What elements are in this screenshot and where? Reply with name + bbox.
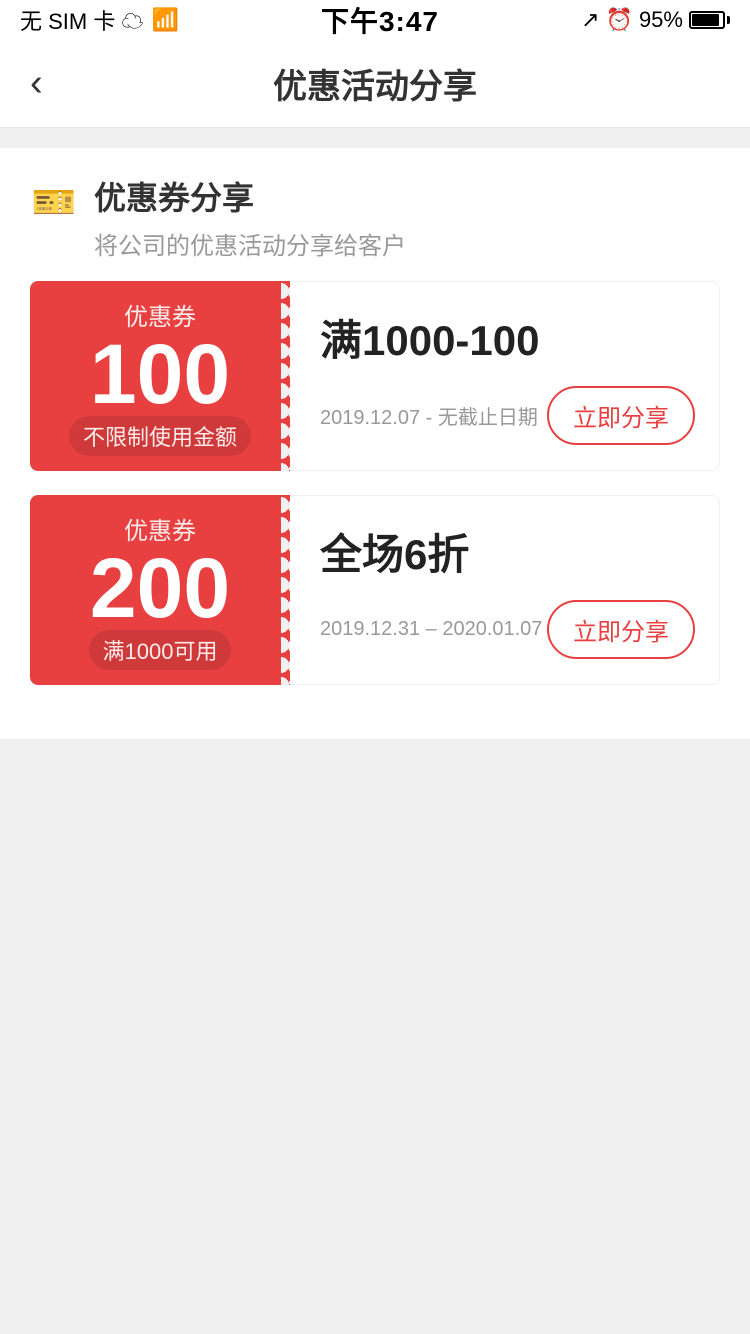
section-text: 优惠券分享 将公司的优惠活动分享给客户 [94,178,406,261]
section-icon: 🎫 [30,178,78,226]
battery-icon [689,11,730,29]
wifi-icon: 📶 [151,7,178,33]
battery-percent: 95% [639,7,683,33]
coupon-footer-1: 2019.12.07 - 无截止日期 立即分享 [320,386,695,445]
share-button-2[interactable]: 立即分享 [547,600,695,659]
coupon-list: 优惠券 100 不限制使用金额 满1000-100 2019.12.07 - 无… [0,281,750,739]
back-button[interactable]: ‹ [30,62,43,105]
section-title: 优惠券分享 [94,178,406,220]
coupon-footer-2: 2019.12.31 – 2020.01.07 立即分享 [320,600,695,659]
section-subtitle: 将公司的优惠活动分享给客户 [94,226,406,261]
coupon-name-2: 全场6折 [320,521,695,582]
coupon-card-2: 优惠券 200 满1000可用 全场6折 2019.12.31 – 2020.0… [30,495,720,685]
coupon-date-1: 2019.12.07 - 无截止日期 [320,401,538,430]
coupon-left-1: 优惠券 100 不限制使用金额 [30,281,290,471]
coupon-condition-2: 满1000可用 [89,630,232,670]
coupon-right-1: 满1000-100 2019.12.07 - 无截止日期 立即分享 [290,281,720,471]
location-icon: ↗ [581,7,599,33]
share-button-1[interactable]: 立即分享 [547,386,695,445]
coupon-date-2: 2019.12.31 – 2020.01.07 [320,618,542,641]
section-gap [0,128,750,148]
coupon-condition-1: 不限制使用金额 [69,416,251,456]
coupon-name-1: 满1000-100 [320,307,695,368]
sim-label: 无 SIM 卡 ☁ [20,4,143,36]
alarm-icon: ⏰ [606,7,633,33]
bottom-area [0,739,750,1239]
nav-bar: ‹ 优惠活动分享 [0,40,750,128]
status-bar: 无 SIM 卡 ☁ 📶 下午3:47 ↗ ⏰ 95% [0,0,750,40]
coupon-amount-2: 200 [90,546,230,630]
coupon-left-2: 优惠券 200 满1000可用 [30,495,290,685]
coupon-amount-1: 100 [90,332,230,416]
status-left: 无 SIM 卡 ☁ 📶 [20,4,179,36]
coupon-card-1: 优惠券 100 不限制使用金额 满1000-100 2019.12.07 - 无… [30,281,720,471]
page-title: 优惠活动分享 [273,59,477,108]
status-time: 下午3:47 [321,0,439,40]
status-right: ↗ ⏰ 95% [581,7,730,33]
section-header: 🎫 优惠券分享 将公司的优惠活动分享给客户 [0,148,750,281]
coupon-right-2: 全场6折 2019.12.31 – 2020.01.07 立即分享 [290,495,720,685]
